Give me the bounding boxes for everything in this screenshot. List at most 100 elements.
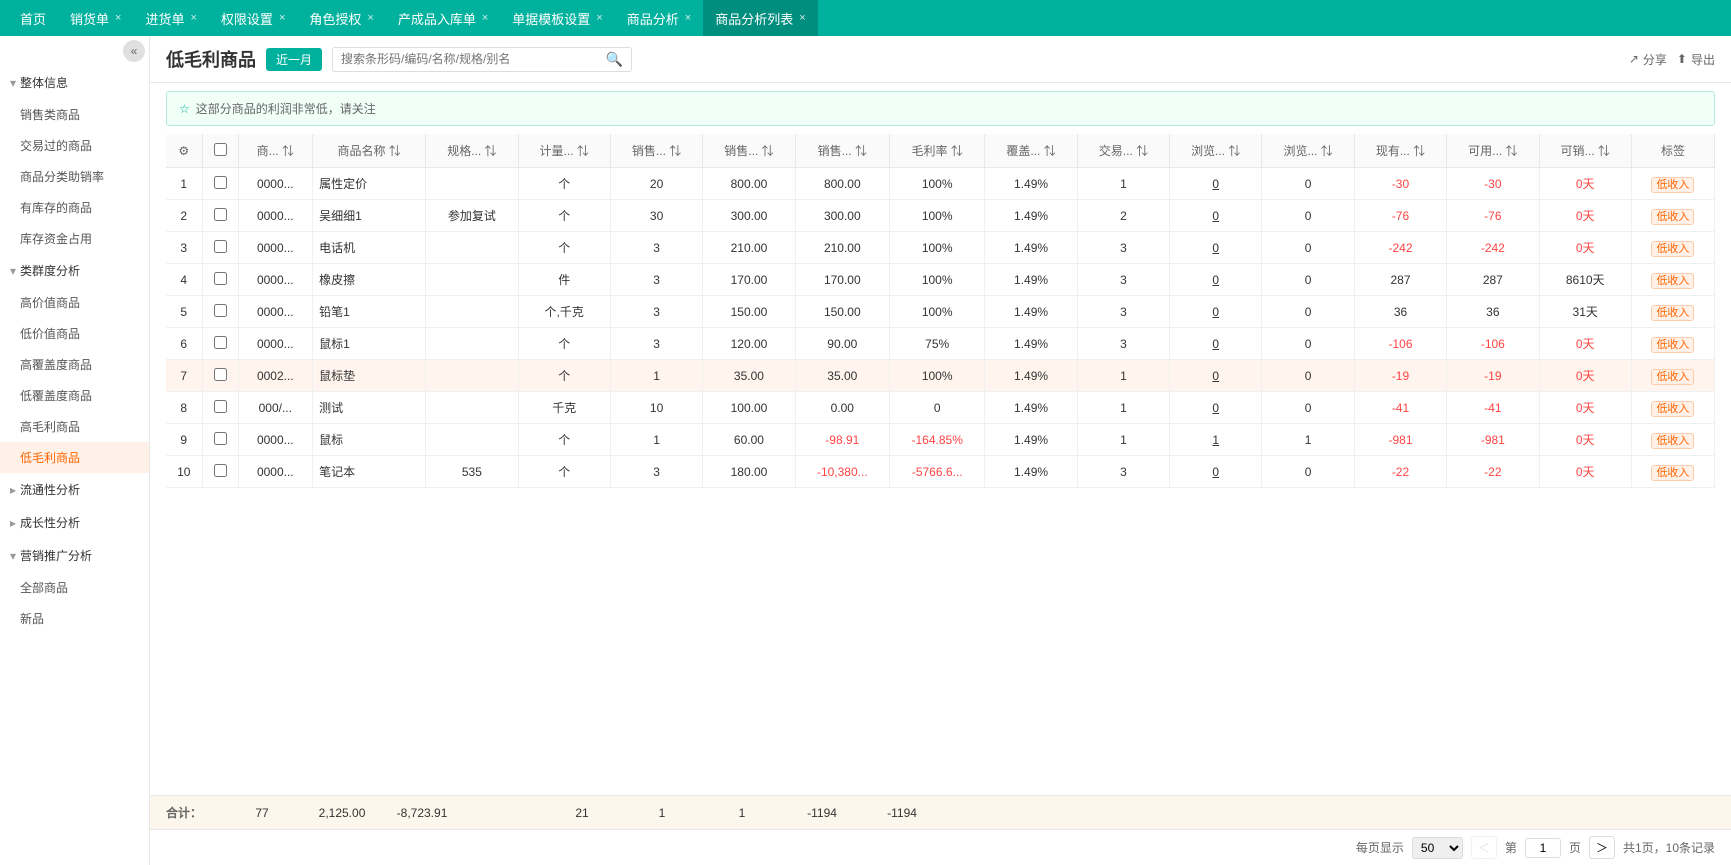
nav-close-purchase[interactable]: ×: [190, 12, 196, 24]
sidebar-item-in-stock-goods[interactable]: 有库存的商品: [0, 192, 149, 223]
row-checkbox[interactable]: [214, 176, 227, 189]
sidebar-item-high-margin[interactable]: 高毛利商品: [0, 411, 149, 442]
nav-close-role[interactable]: ×: [367, 12, 373, 24]
share-button[interactable]: ↗ 分享: [1629, 51, 1667, 68]
cell-browse1[interactable]: 0: [1170, 232, 1262, 264]
cell-no: 10: [166, 456, 202, 488]
cell-checkbox[interactable]: [202, 360, 238, 392]
cell-checkbox[interactable]: [202, 424, 238, 456]
prev-page-button[interactable]: ＜: [1471, 836, 1497, 859]
sidebar-section-overall[interactable]: ▾ 整体信息: [0, 66, 149, 99]
cell-checkbox[interactable]: [202, 392, 238, 424]
row-checkbox[interactable]: [214, 368, 227, 381]
cell-name: 属性定价: [313, 168, 426, 200]
sidebar-item-sales-goods[interactable]: 销售类商品: [0, 99, 149, 130]
cell-checkbox[interactable]: [202, 168, 238, 200]
sidebar-item-category-sales-rate[interactable]: 商品分类助销率: [0, 161, 149, 192]
nav-template-settings[interactable]: 单据模板设置 ×: [500, 0, 614, 36]
footer-browse1: 1: [622, 806, 702, 820]
cell-browse1[interactable]: 0: [1170, 296, 1262, 328]
cell-browse1[interactable]: 0: [1170, 328, 1262, 360]
cell-browse2: 0: [1262, 392, 1354, 424]
search-icon[interactable]: 🔍: [606, 51, 623, 68]
row-checkbox[interactable]: [214, 464, 227, 477]
cell-browse1[interactable]: 0: [1170, 264, 1262, 296]
sidebar-item-high-coverage[interactable]: 高覆盖度商品: [0, 349, 149, 380]
page-number-input[interactable]: [1525, 838, 1561, 858]
nav-product-entry[interactable]: 产成品入库单 ×: [386, 0, 500, 36]
cell-browse1[interactable]: 0: [1170, 392, 1262, 424]
footer-col2: 2,125.00: [302, 806, 382, 820]
cell-stock: -19: [1354, 360, 1446, 392]
cell-checkbox[interactable]: [202, 200, 238, 232]
sidebar-section-marketing[interactable]: ▾ 营销推广分析: [0, 539, 149, 572]
sidebar-section-cluster[interactable]: ▾ 类群度分析: [0, 254, 149, 287]
cell-coverage: 1.49%: [985, 360, 1077, 392]
cell-checkbox[interactable]: [202, 232, 238, 264]
nav-close-product[interactable]: ×: [482, 12, 488, 24]
cell-browse1[interactable]: 0: [1170, 168, 1262, 200]
cell-browse1[interactable]: 0: [1170, 360, 1262, 392]
nav-home[interactable]: 首页: [8, 0, 58, 36]
nav-goods-analysis-list[interactable]: 商品分析列表 ×: [703, 0, 817, 36]
nav-sales-order[interactable]: 销货单 ×: [58, 0, 133, 36]
cell-unit: 个: [518, 232, 610, 264]
row-checkbox[interactable]: [214, 240, 227, 253]
cell-browse2: 0: [1262, 328, 1354, 360]
nav-purchase-order[interactable]: 进货单 ×: [133, 0, 208, 36]
sidebar-item-low-value[interactable]: 低价值商品: [0, 318, 149, 349]
cell-checkbox[interactable]: [202, 264, 238, 296]
section-arrow-circulation: ▸: [10, 483, 16, 497]
date-filter-button[interactable]: 近一月: [266, 48, 322, 71]
nav-permission-settings[interactable]: 权限设置 ×: [209, 0, 297, 36]
nav-close-goods-list[interactable]: ×: [799, 12, 805, 24]
cell-no: 7: [166, 360, 202, 392]
sidebar-section-growth[interactable]: ▸ 成长性分析: [0, 506, 149, 539]
cell-gross-rate: 100%: [890, 200, 985, 232]
row-checkbox[interactable]: [214, 432, 227, 445]
export-button[interactable]: ⬆ 导出: [1677, 51, 1715, 68]
cell-checkbox[interactable]: [202, 456, 238, 488]
search-input[interactable]: [341, 52, 606, 66]
sidebar-item-low-coverage[interactable]: 低覆盖度商品: [0, 380, 149, 411]
nav-close-sales[interactable]: ×: [115, 12, 121, 24]
cell-saleable: 0天: [1539, 424, 1631, 456]
sidebar-item-low-margin[interactable]: 低毛利商品: [0, 442, 149, 473]
cell-saleable: 0天: [1539, 200, 1631, 232]
sidebar-collapse-button[interactable]: «: [123, 40, 145, 62]
nav-close-goods-analysis[interactable]: ×: [685, 12, 691, 24]
cell-checkbox[interactable]: [202, 328, 238, 360]
cell-code: 0000...: [238, 296, 313, 328]
sidebar-item-stock-capital[interactable]: 库存资金占用: [0, 223, 149, 254]
sidebar-item-high-value[interactable]: 高价值商品: [0, 287, 149, 318]
row-checkbox[interactable]: [214, 400, 227, 413]
cell-checkbox[interactable]: [202, 296, 238, 328]
cell-sales-amount: 300.00: [703, 200, 795, 232]
select-all-checkbox[interactable]: [214, 143, 227, 156]
th-settings[interactable]: ⚙: [166, 134, 202, 168]
sidebar-item-traded-goods[interactable]: 交易过的商品: [0, 130, 149, 161]
th-name: 商品名称 ⇅: [313, 134, 426, 168]
th-checkbox[interactable]: [202, 134, 238, 168]
sidebar-item-new-goods[interactable]: 新品: [0, 603, 149, 634]
sidebar: « ▾ 整体信息 销售类商品 交易过的商品 商品分类助销率 有库存的商品 库存资…: [0, 36, 150, 865]
page-size-select[interactable]: 50 100 200: [1412, 837, 1463, 859]
nav-close-permission[interactable]: ×: [279, 12, 285, 24]
sidebar-item-all-goods[interactable]: 全部商品: [0, 572, 149, 603]
row-checkbox[interactable]: [214, 336, 227, 349]
cell-available: -41: [1447, 392, 1539, 424]
row-checkbox[interactable]: [214, 208, 227, 221]
sidebar-section-circulation[interactable]: ▸ 流通性分析: [0, 473, 149, 506]
cell-browse1[interactable]: 0: [1170, 456, 1262, 488]
nav-close-template[interactable]: ×: [596, 12, 602, 24]
row-checkbox[interactable]: [214, 304, 227, 317]
cell-trade: 1: [1077, 168, 1169, 200]
cell-trade: 3: [1077, 264, 1169, 296]
nav-goods-analysis[interactable]: 商品分析 ×: [615, 0, 703, 36]
next-page-button[interactable]: ＞: [1589, 836, 1615, 859]
nav-role-auth[interactable]: 角色授权 ×: [297, 0, 385, 36]
cell-name: 橡皮擦: [313, 264, 426, 296]
row-checkbox[interactable]: [214, 272, 227, 285]
cell-browse1[interactable]: 0: [1170, 200, 1262, 232]
cell-browse1[interactable]: 1: [1170, 424, 1262, 456]
